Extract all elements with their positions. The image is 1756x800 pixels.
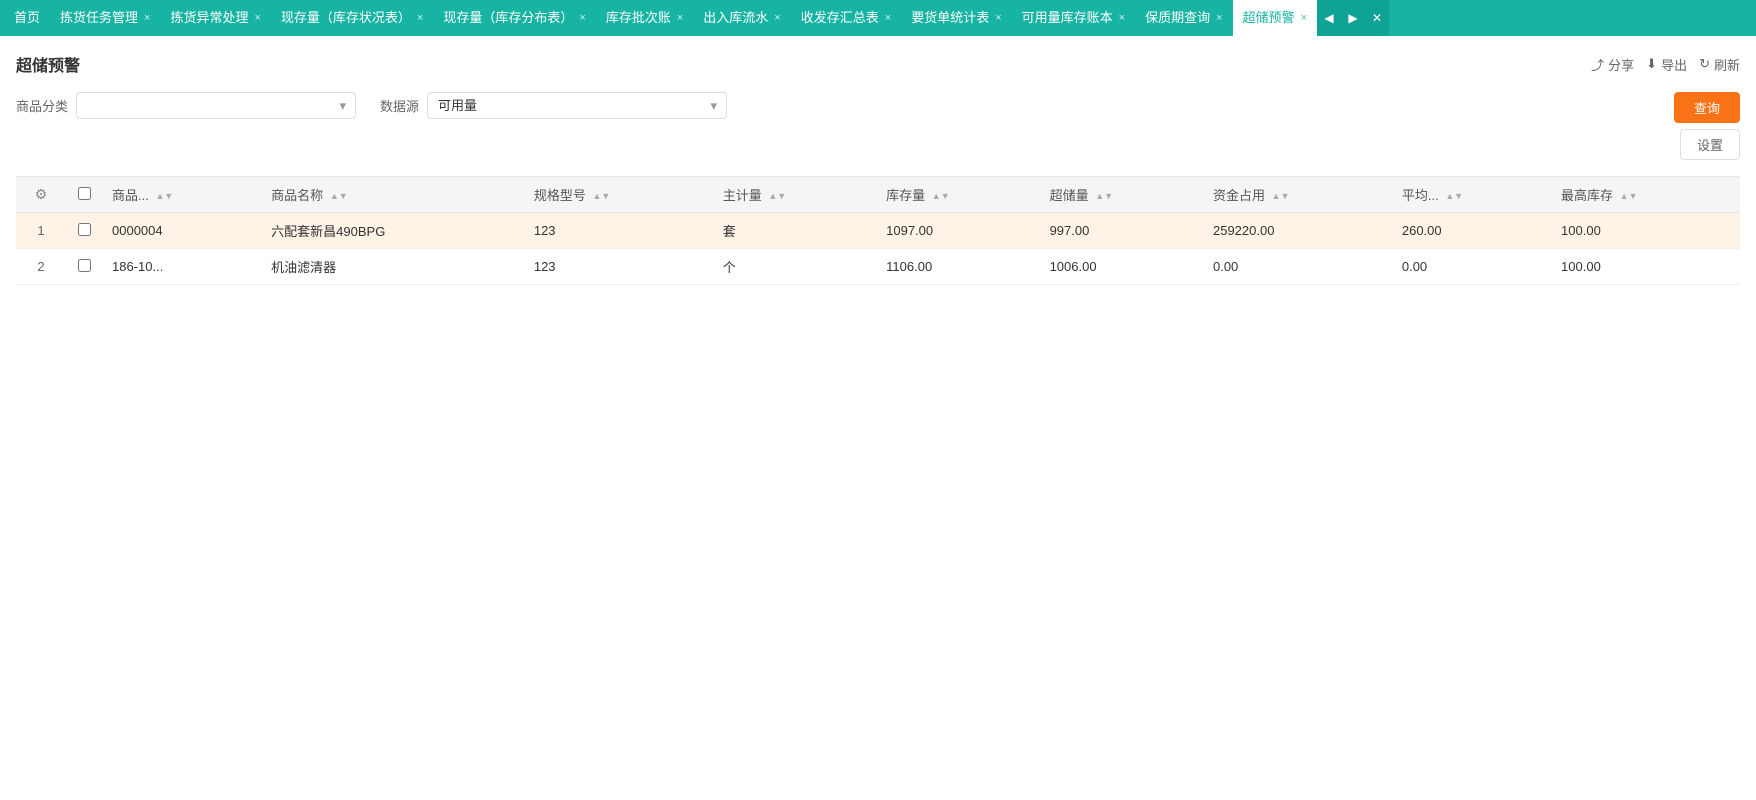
share-icon: ⤴	[1591, 55, 1604, 74]
row-checkbox[interactable]	[78, 259, 91, 272]
cell-checkbox[interactable]	[66, 213, 102, 249]
sort-icon-stock: ▲▼	[932, 192, 950, 201]
nav-flow[interactable]: 出入库流水 ×	[693, 0, 790, 36]
cell-capital: 259220.00	[1203, 213, 1392, 249]
sort-icon-code: ▲▼	[155, 192, 173, 201]
export-icon: ⬇	[1646, 56, 1657, 72]
nav-close-overstock[interactable]: ×	[1301, 0, 1307, 36]
nav-close-stock-dist[interactable]: ×	[579, 0, 585, 36]
th-avg[interactable]: 平均... ▲▼	[1392, 177, 1551, 213]
cell-capital: 0.00	[1203, 249, 1392, 285]
th-capital[interactable]: 资金占用 ▲▼	[1203, 177, 1392, 213]
setting-button[interactable]: 设置	[1680, 129, 1740, 160]
table-row: 1 0000004 六配套新昌490BPG 123 套 1097.00 997.…	[16, 213, 1740, 249]
th-overstock[interactable]: 超储量 ▲▼	[1040, 177, 1203, 213]
page-title: 超储预警	[16, 52, 80, 76]
gear-icon[interactable]: ⚙	[35, 186, 48, 202]
nav-close-stock-status[interactable]: ×	[417, 0, 423, 36]
nav-close-expiry[interactable]: ×	[1216, 0, 1222, 36]
cell-name: 机油滤清器	[261, 249, 524, 285]
nav-close-summary[interactable]: ×	[885, 0, 891, 36]
nav-close-flow[interactable]: ×	[774, 0, 780, 36]
sort-icon-capital: ▲▼	[1272, 192, 1290, 201]
nav-exception[interactable]: 拣货异常处理 ×	[160, 0, 270, 36]
datasource-filter: 数据源 可用量	[380, 92, 727, 119]
table-body: 1 0000004 六配套新昌490BPG 123 套 1097.00 997.…	[16, 213, 1740, 285]
sort-icon-unit: ▲▼	[768, 192, 786, 201]
sort-icon-name: ▲▼	[330, 192, 348, 201]
cell-stock: 1106.00	[876, 249, 1039, 285]
nav-summary[interactable]: 收发存汇总表 ×	[791, 0, 901, 36]
data-table: ⚙ 商品... ▲▼ 商品名称 ▲▼ 规格型号 ▲▼ 主计	[16, 176, 1740, 285]
refresh-icon: ↻	[1699, 56, 1710, 72]
th-code[interactable]: 商品... ▲▼	[102, 177, 261, 213]
cell-checkbox[interactable]	[66, 249, 102, 285]
cell-index: 2	[16, 249, 66, 285]
th-stock[interactable]: 库存量 ▲▼	[876, 177, 1039, 213]
cell-overstock: 1006.00	[1040, 249, 1203, 285]
cell-overstock: 997.00	[1040, 213, 1203, 249]
page-header: 超储预警 ⤴ 分享 ⬇ 导出 ↻ 刷新	[16, 52, 1740, 76]
nav-close-exception[interactable]: ×	[254, 0, 260, 36]
share-button[interactable]: ⤴ 分享	[1591, 55, 1634, 74]
category-label: 商品分类	[16, 96, 68, 115]
cell-unit: 套	[713, 213, 876, 249]
sort-icon-overstock: ▲▼	[1095, 192, 1113, 201]
cell-stock: 1097.00	[876, 213, 1039, 249]
cell-spec: 123	[524, 213, 713, 249]
category-select[interactable]	[76, 92, 356, 119]
cell-max-stock: 100.00	[1551, 213, 1740, 249]
datasource-label: 数据源	[380, 96, 419, 115]
nav-close-order-stat[interactable]: ×	[995, 0, 1001, 36]
cell-name: 六配套新昌490BPG	[261, 213, 524, 249]
cell-avg: 0.00	[1392, 249, 1551, 285]
category-select-wrapper	[76, 92, 356, 119]
nav-close-batch-account[interactable]: ×	[677, 0, 683, 36]
export-button[interactable]: ⬇ 导出	[1646, 55, 1687, 74]
nav-home[interactable]: 首页	[4, 0, 50, 36]
nav-overstock[interactable]: 超储预警 ×	[1233, 0, 1317, 36]
cell-unit: 个	[713, 249, 876, 285]
table-row: 2 186-10... 机油滤清器 123 个 1106.00 1006.00 …	[16, 249, 1740, 285]
nav-available-stock[interactable]: 可用量库存账本 ×	[1012, 0, 1135, 36]
select-all-checkbox[interactable]	[78, 187, 91, 200]
th-spec[interactable]: 规格型号 ▲▼	[524, 177, 713, 213]
sort-icon-avg: ▲▼	[1445, 192, 1463, 201]
th-unit[interactable]: 主计量 ▲▼	[713, 177, 876, 213]
datasource-select[interactable]: 可用量	[427, 92, 727, 119]
query-button[interactable]: 查询	[1674, 92, 1740, 123]
nav-next-button[interactable]: ▶	[1341, 0, 1365, 36]
datasource-select-wrapper: 可用量	[427, 92, 727, 119]
cell-index: 1	[16, 213, 66, 249]
action-buttons: 查询 设置	[1674, 92, 1740, 160]
sort-icon-spec: ▲▼	[592, 192, 610, 201]
cell-spec: 123	[524, 249, 713, 285]
nav-expiry[interactable]: 保质期查询 ×	[1135, 0, 1232, 36]
cell-avg: 260.00	[1392, 213, 1551, 249]
nav-batch-account[interactable]: 库存批次账 ×	[596, 0, 693, 36]
refresh-button[interactable]: ↻ 刷新	[1699, 55, 1740, 74]
row-checkbox[interactable]	[78, 223, 91, 236]
cell-max-stock: 100.00	[1551, 249, 1740, 285]
top-navigation: 首页 拣货任务管理 × 拣货异常处理 × 现存量（库存状况表） × 现存量（库存…	[0, 0, 1756, 36]
page-content: 超储预警 ⤴ 分享 ⬇ 导出 ↻ 刷新 商品分类	[0, 36, 1756, 800]
th-gear[interactable]: ⚙	[16, 177, 66, 213]
nav-stock-status[interactable]: 现存量（库存状况表） ×	[271, 0, 433, 36]
table-header-row: ⚙ 商品... ▲▼ 商品名称 ▲▼ 规格型号 ▲▼ 主计	[16, 177, 1740, 213]
nav-prev-button[interactable]: ◀	[1317, 0, 1341, 36]
sort-icon-max-stock: ▲▼	[1620, 192, 1638, 201]
cell-code: 186-10...	[102, 249, 261, 285]
th-checkbox[interactable]	[66, 177, 102, 213]
th-max-stock[interactable]: 最高库存 ▲▼	[1551, 177, 1740, 213]
nav-close-available-stock[interactable]: ×	[1119, 0, 1125, 36]
nav-close-task-mgmt[interactable]: ×	[144, 0, 150, 36]
th-name[interactable]: 商品名称 ▲▼	[261, 177, 524, 213]
nav-task-mgmt[interactable]: 拣货任务管理 ×	[50, 0, 160, 36]
cell-code: 0000004	[102, 213, 261, 249]
nav-order-stat[interactable]: 要货单统计表 ×	[901, 0, 1011, 36]
nav-stock-dist[interactable]: 现存量（库存分布表） ×	[433, 0, 595, 36]
category-filter: 商品分类	[16, 92, 356, 119]
page-actions: ⤴ 分享 ⬇ 导出 ↻ 刷新	[1591, 55, 1740, 74]
nav-close-all-button[interactable]: ✕	[1365, 0, 1389, 36]
